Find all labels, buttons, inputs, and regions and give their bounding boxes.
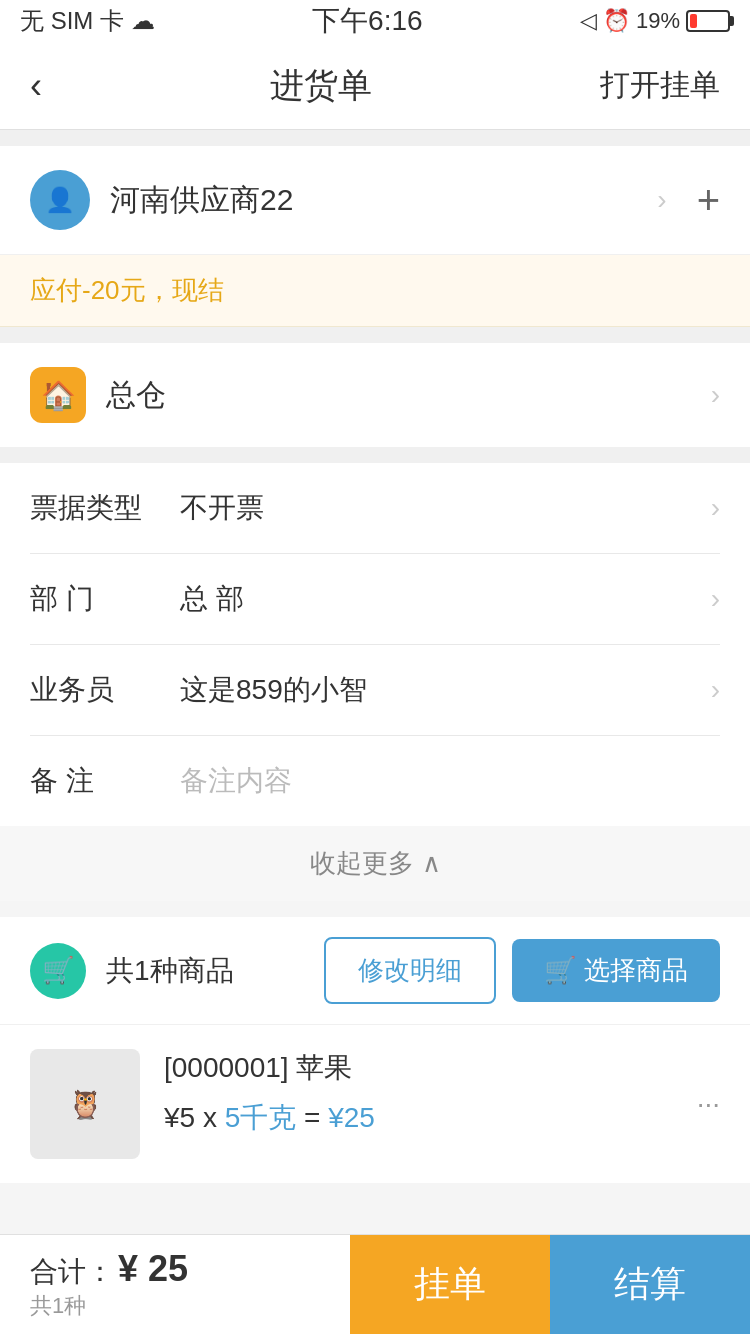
nav-bar: ‹ 进货单 打开挂单: [0, 42, 750, 130]
product-count: 共1种商品: [106, 952, 324, 990]
multiplier-icon: x: [203, 1102, 225, 1133]
chevron-right-icon: ›: [711, 492, 720, 524]
chevron-right-icon: ›: [711, 379, 720, 411]
checkout-button[interactable]: 结算: [550, 1235, 750, 1334]
battery-icon: [686, 10, 730, 32]
unit-price: ¥5: [164, 1102, 195, 1133]
supplier-name: 河南供应商22: [110, 180, 657, 221]
equals-sign: =: [304, 1102, 328, 1133]
chevron-right-icon: ›: [711, 583, 720, 615]
status-right: ◁ ⏰ 19%: [580, 8, 730, 34]
remark-input[interactable]: 备注内容: [180, 762, 720, 800]
invoice-type-value: 不开票: [180, 489, 711, 527]
salesperson-row[interactable]: 业务员 这是859的小智 ›: [0, 645, 750, 735]
select-product-button[interactable]: 🛒 选择商品: [512, 939, 720, 1002]
chevron-right-icon: ›: [711, 674, 720, 706]
product-info: [0000001] 苹果 ¥5 x 5千克 = ¥25: [164, 1049, 697, 1137]
sim-status: 无 SIM 卡 ☁: [20, 5, 155, 37]
notice-bar: 应付-20元，现结: [0, 255, 750, 327]
warehouse-name: 总仓: [106, 375, 711, 416]
product-logo: 🦉: [68, 1088, 103, 1121]
divider-2: [0, 327, 750, 343]
collapse-bar[interactable]: 收起更多 ∧: [0, 826, 750, 901]
collapse-icon: ∧: [422, 848, 441, 879]
invoice-type-label: 票据类型: [30, 489, 180, 527]
product-title: 苹果: [296, 1052, 352, 1083]
product-header: 🛒 共1种商品 修改明细 🛒 选择商品: [0, 917, 750, 1025]
more-options-button[interactable]: ···: [697, 1088, 720, 1120]
status-left: 无 SIM 卡 ☁: [20, 5, 155, 37]
select-product-label: 选择商品: [584, 953, 688, 988]
total-row: 合计： ¥ 25: [30, 1248, 320, 1291]
add-supplier-button[interactable]: +: [697, 178, 720, 223]
department-row[interactable]: 部 门 总 部 ›: [0, 554, 750, 644]
product-name: [0000001] 苹果: [164, 1049, 697, 1087]
salesperson-label: 业务员: [30, 671, 180, 709]
warehouse-section[interactable]: 🏠 总仓 ›: [0, 343, 750, 447]
remark-label: 备 注: [30, 762, 180, 800]
product-price: ¥5 x 5千克 = ¥25: [164, 1099, 697, 1137]
status-time: 下午6:16: [312, 2, 423, 40]
product-section: 🛒 共1种商品 修改明细 🛒 选择商品 🦉 [0000001] 苹果 ¥5 x …: [0, 917, 750, 1183]
location-icon: ◁: [580, 8, 597, 34]
remark-row[interactable]: 备 注 备注内容: [0, 736, 750, 826]
total-label: 合计：: [30, 1253, 114, 1291]
page-title: 进货单: [270, 63, 372, 109]
warehouse-icon: 🏠: [30, 367, 86, 423]
department-value: 总 部: [180, 580, 711, 618]
product-code: [0000001]: [164, 1052, 289, 1083]
product-thumbnail: 🦉: [30, 1049, 140, 1159]
battery-percent: 19%: [636, 8, 680, 34]
divider-3: [0, 447, 750, 463]
avatar-icon: 👤: [45, 186, 75, 214]
hang-button[interactable]: 挂单: [350, 1235, 550, 1334]
total-count: 共1种: [30, 1291, 320, 1321]
subtotal: ¥25: [328, 1102, 375, 1133]
collapse-text: 收起更多: [310, 846, 414, 881]
edit-detail-button[interactable]: 修改明细: [324, 937, 496, 1004]
supplier-section: 👤 河南供应商22 › + 应付-20元，现结: [0, 146, 750, 327]
quantity: 5千克: [225, 1102, 297, 1133]
total-amount: ¥ 25: [118, 1248, 188, 1290]
bottom-bar: 合计： ¥ 25 共1种 挂单 结算: [0, 1234, 750, 1334]
total-section: 合计： ¥ 25 共1种: [0, 1235, 350, 1334]
chevron-right-icon: ›: [657, 184, 666, 216]
open-hang-button[interactable]: 打开挂单: [600, 65, 720, 106]
alarm-icon: ⏰: [603, 8, 630, 34]
avatar: 👤: [30, 170, 90, 230]
top-divider: [0, 130, 750, 146]
product-item: 🦉 [0000001] 苹果 ¥5 x 5千克 = ¥25 ···: [0, 1025, 750, 1183]
warehouse-row[interactable]: 🏠 总仓 ›: [0, 343, 750, 447]
form-section: 票据类型 不开票 › 部 门 总 部 › 业务员 这是859的小智 › 备 注 …: [0, 463, 750, 826]
supplier-row[interactable]: 👤 河南供应商22 › +: [0, 146, 750, 255]
product-section-icon: 🛒: [30, 943, 86, 999]
cart-icon: 🛒: [544, 955, 576, 986]
home-icon: 🏠: [41, 379, 76, 412]
salesperson-value: 这是859的小智: [180, 671, 711, 709]
back-button[interactable]: ‹: [30, 65, 42, 107]
department-label: 部 门: [30, 580, 180, 618]
status-bar: 无 SIM 卡 ☁ 下午6:16 ◁ ⏰ 19%: [0, 0, 750, 42]
shopping-icon: 🛒: [42, 955, 74, 986]
invoice-type-row[interactable]: 票据类型 不开票 ›: [0, 463, 750, 553]
